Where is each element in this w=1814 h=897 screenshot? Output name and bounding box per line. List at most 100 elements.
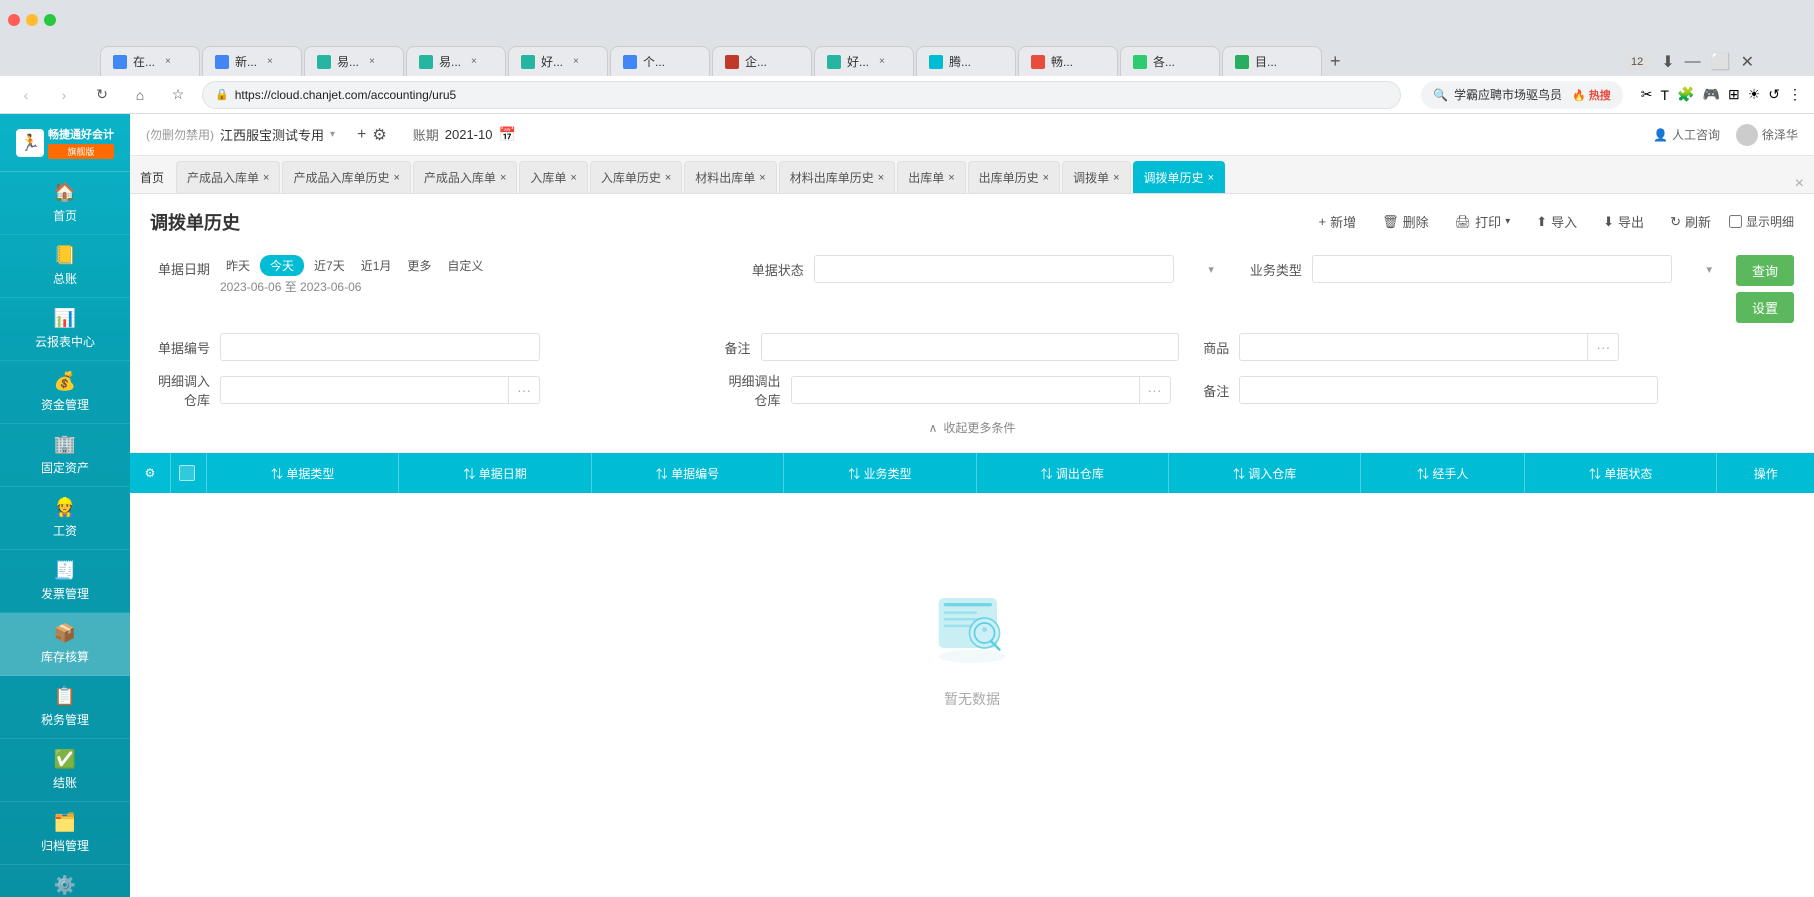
service-btn[interactable]: 👤 人工咨询 xyxy=(1653,126,1720,143)
new-btn[interactable]: + 新增 xyxy=(1311,208,1365,235)
browser-tab-11[interactable]: 各... xyxy=(1120,46,1220,76)
page-tab-mat-out-close[interactable]: × xyxy=(759,172,765,184)
browser-tab-12[interactable]: 目... xyxy=(1222,46,1322,76)
sidebar-item-ledger[interactable]: 📒 总账 xyxy=(0,235,130,298)
company-settings-btn[interactable]: ⚙ xyxy=(372,125,386,145)
detail-out-dots-btn[interactable]: ··· xyxy=(1139,377,1170,403)
browser-tab-2[interactable]: 新... × xyxy=(202,46,302,76)
browser-tab-9[interactable]: 腾... xyxy=(916,46,1016,76)
sidebar-item-assets[interactable]: 🏢 固定资产 xyxy=(0,424,130,487)
address-bar[interactable]: 🔒 https://cloud.chanjet.com/accounting/u… xyxy=(202,81,1401,109)
page-tab-mat-out-history[interactable]: 材料出库单历史 × xyxy=(779,161,895,193)
game-icon[interactable]: 🎮 xyxy=(1703,86,1720,103)
brightness-icon[interactable]: ☀ xyxy=(1748,86,1761,103)
reload-btn[interactable]: ↻ xyxy=(88,81,116,109)
page-tab-product-in-history-close[interactable]: × xyxy=(393,172,399,184)
extension-icon[interactable]: 🧩 xyxy=(1677,86,1694,103)
detail-out-input[interactable] xyxy=(792,377,1139,403)
page-tab-in-history-close[interactable]: × xyxy=(665,172,671,184)
th-number[interactable]: ⇅ 单据编号 xyxy=(591,453,783,493)
detail-in-input[interactable] xyxy=(221,377,508,403)
tab-close-4[interactable]: × xyxy=(471,56,477,67)
close-btn[interactable] xyxy=(8,14,20,26)
browser-tab-6[interactable]: 个... xyxy=(610,46,710,76)
sidebar-item-settings[interactable]: ⚙️ 基础设置 xyxy=(0,865,130,897)
undo-icon[interactable]: ↺ xyxy=(1768,86,1780,103)
show-cols-checkbox[interactable] xyxy=(1729,215,1742,228)
export-btn[interactable]: ⬇ 导出 xyxy=(1595,208,1652,235)
add-company-btn[interactable]: + xyxy=(357,126,366,144)
th-date[interactable]: ⇅ 单据日期 xyxy=(399,453,591,493)
detail-in-dots-btn[interactable]: ··· xyxy=(508,377,539,403)
browser-tab-4[interactable]: 易... × xyxy=(406,46,506,76)
date-btn-custom[interactable]: 自定义 xyxy=(441,255,489,276)
sidebar-item-wages[interactable]: 👷 工资 xyxy=(0,487,130,550)
page-tab-product-in[interactable]: 产成品入库单 × xyxy=(176,161,280,193)
page-tab-mat-out[interactable]: 材料出库单 × xyxy=(684,161,776,193)
page-tab-in-order-close[interactable]: × xyxy=(570,172,576,184)
scissors-icon[interactable]: ✂ xyxy=(1641,86,1653,103)
refresh-btn[interactable]: ↻ 刷新 xyxy=(1662,208,1719,235)
docnum-input[interactable] xyxy=(220,333,540,361)
th-type[interactable]: ⇅ 单据类型 xyxy=(207,453,399,493)
page-tab-product-in-close[interactable]: × xyxy=(263,172,269,184)
page-tab-in-history[interactable]: 入库单历史 × xyxy=(590,161,682,193)
date-btn-today[interactable]: 今天 xyxy=(260,255,304,276)
page-tab-mat-out-history-close[interactable]: × xyxy=(878,172,884,184)
back-btn[interactable]: ‹ xyxy=(12,81,40,109)
browser-tab-3[interactable]: 易... × xyxy=(304,46,404,76)
sidebar-item-finance[interactable]: 💰 资金管理 xyxy=(0,361,130,424)
restore-window-btn[interactable]: ⬜ xyxy=(1711,52,1731,72)
browser-tab-1[interactable]: 在... × xyxy=(100,46,200,76)
browser-tab-10[interactable]: 畅... xyxy=(1018,46,1118,76)
sidebar-item-invoice[interactable]: 🧾 发票管理 xyxy=(0,550,130,613)
page-tab-in-order[interactable]: 入库单 × xyxy=(519,161,587,193)
tab-close-5[interactable]: × xyxy=(573,56,579,67)
select-all-checkbox[interactable] xyxy=(179,465,195,481)
close-all-tabs-btn[interactable]: × xyxy=(1795,175,1814,193)
status-select[interactable] xyxy=(814,255,1174,283)
date-btn-7days[interactable]: 近7天 xyxy=(308,255,351,276)
tab-close-8[interactable]: × xyxy=(879,56,885,67)
th-in-warehouse[interactable]: ⇅ 调入仓库 xyxy=(1168,453,1360,493)
import-btn[interactable]: ⬆ 导入 xyxy=(1528,208,1585,235)
page-tab-transfer[interactable]: 调拨单 × xyxy=(1062,161,1130,193)
home-nav-btn[interactable]: ⌂ xyxy=(126,81,154,109)
page-tab-transfer-history-close[interactable]: × xyxy=(1208,172,1214,184)
page-tab-out-history-close[interactable]: × xyxy=(1043,172,1049,184)
show-cols-btn[interactable]: 显示明细 xyxy=(1729,213,1794,230)
tab-close-3[interactable]: × xyxy=(369,56,375,67)
goods-dots-btn[interactable]: ··· xyxy=(1587,334,1618,360)
company-selector[interactable]: (勿删勿禁用) 江西服宝测试专用 ▾ xyxy=(146,125,335,144)
search-bar[interactable]: 🔍 学霸应聘市场驱鸟员 🔥 热搜 xyxy=(1421,81,1623,109)
collapse-more-btn[interactable]: ∧ 收起更多条件 xyxy=(150,413,1794,442)
grid-icon[interactable]: ⊞ xyxy=(1728,86,1740,103)
browser-tab-7[interactable]: 企... xyxy=(712,46,812,76)
page-tab-product-in2[interactable]: 产成品入库单 × xyxy=(413,161,517,193)
delete-btn[interactable]: 🗑 删除 xyxy=(1374,208,1437,235)
table-gear-btn[interactable]: ⚙ xyxy=(138,461,162,485)
more-icon[interactable]: ⋮ xyxy=(1788,86,1802,103)
browser-tab-5[interactable]: 好... × xyxy=(508,46,608,76)
date-btn-yesterday[interactable]: 昨天 xyxy=(220,255,256,276)
biz-type-select[interactable] xyxy=(1312,255,1672,283)
downloads-icon[interactable]: ⬇ xyxy=(1661,52,1674,72)
filter-settings-btn[interactable]: 设置 xyxy=(1736,292,1794,323)
browser-tab-8[interactable]: 好... × xyxy=(814,46,914,76)
translate-icon[interactable]: T xyxy=(1661,87,1670,103)
sidebar-item-archive[interactable]: 🗂️ 归档管理 xyxy=(0,802,130,865)
page-tab-transfer-close[interactable]: × xyxy=(1113,172,1119,184)
goods-input[interactable] xyxy=(1240,334,1587,360)
page-tab-product-in-history[interactable]: 产成品入库单历史 × xyxy=(282,161,410,193)
date-btn-more[interactable]: 更多 xyxy=(401,255,437,276)
page-tab-product-in2-close[interactable]: × xyxy=(500,172,506,184)
new-tab-btn[interactable]: + xyxy=(1330,46,1341,76)
maximize-btn[interactable] xyxy=(44,14,56,26)
page-tab-out-order-close[interactable]: × xyxy=(948,172,954,184)
th-handler[interactable]: ⇅ 经手人 xyxy=(1361,453,1525,493)
remark-input[interactable] xyxy=(761,333,1180,361)
th-status[interactable]: ⇅ 单据状态 xyxy=(1525,453,1717,493)
sidebar-item-settlement[interactable]: ✅ 结账 xyxy=(0,739,130,802)
tab-close-1[interactable]: × xyxy=(165,56,171,67)
sidebar-item-inventory[interactable]: 📦 库存核算 xyxy=(0,613,130,676)
